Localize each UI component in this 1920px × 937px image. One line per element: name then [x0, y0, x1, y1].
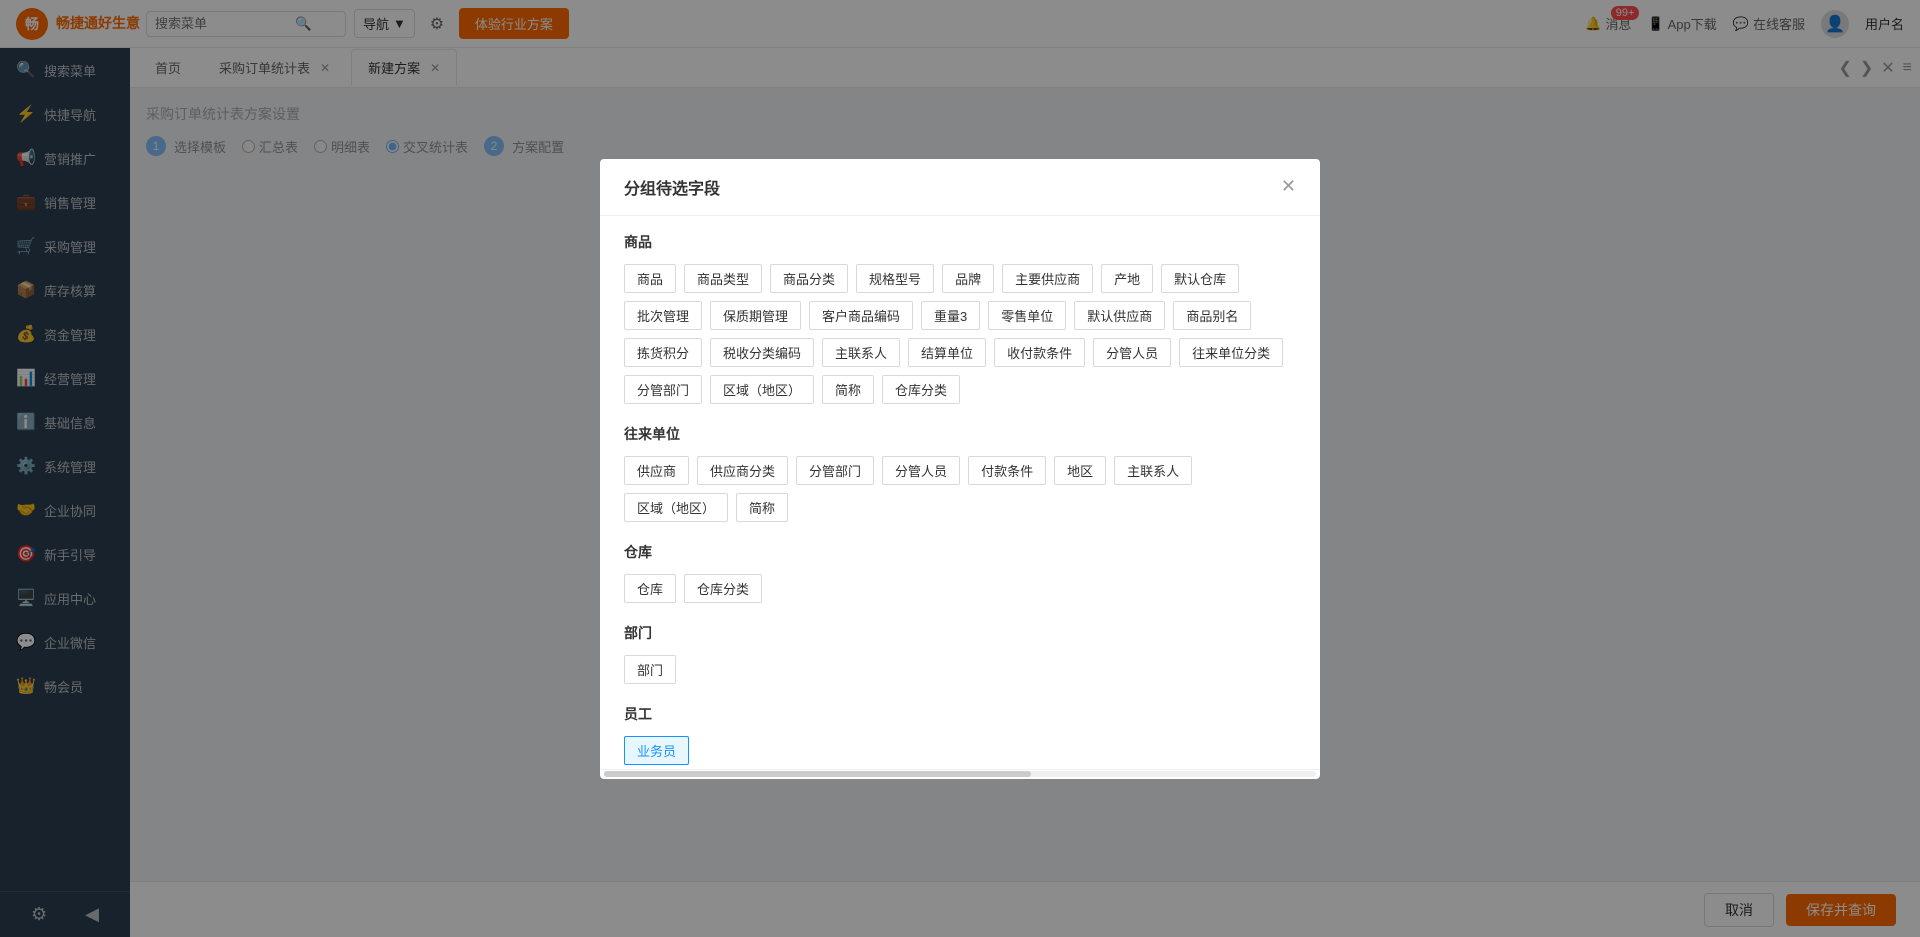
field-tag[interactable]: 默认供应商: [1074, 301, 1165, 330]
dialog-close-button[interactable]: ✕: [1281, 176, 1296, 197]
field-tag[interactable]: 仓库分类: [684, 574, 762, 603]
field-tag[interactable]: 简称: [822, 375, 874, 404]
field-tag[interactable]: 重量3: [921, 301, 980, 330]
section-product: 商品 商品 商品类型 商品分类 规格型号 品牌 主要供应商 产地 默认仓库 批次…: [624, 232, 1296, 404]
section-partner-title: 往来单位: [624, 424, 1296, 444]
field-tag[interactable]: 区域（地区）: [624, 493, 728, 522]
field-tag[interactable]: 结算单位: [908, 338, 986, 367]
field-tag[interactable]: 供应商: [624, 456, 689, 485]
field-tags-warehouse: 仓库 仓库分类: [624, 574, 1296, 603]
field-tag[interactable]: 商品分类: [770, 264, 848, 293]
dialog-hscroll[interactable]: [600, 769, 1320, 779]
field-tag[interactable]: 默认仓库: [1161, 264, 1239, 293]
field-tags-product: 商品 商品类型 商品分类 规格型号 品牌 主要供应商 产地 默认仓库 批次管理 …: [624, 264, 1296, 404]
field-tag[interactable]: 零售单位: [988, 301, 1066, 330]
field-tag[interactable]: 商品别名: [1173, 301, 1251, 330]
field-tag[interactable]: 地区: [1054, 456, 1106, 485]
section-department: 部门 部门: [624, 623, 1296, 684]
field-tag[interactable]: 仓库分类: [882, 375, 960, 404]
section-warehouse-title: 仓库: [624, 542, 1296, 562]
field-tag[interactable]: 付款条件: [968, 456, 1046, 485]
field-tag-salesperson[interactable]: 业务员: [624, 736, 689, 765]
field-tag[interactable]: 部门: [624, 655, 676, 684]
dialog: 分组待选字段 ✕ 商品 商品 商品类型 商品分类 规格型号 品牌 主要供应商 产…: [600, 159, 1320, 779]
field-tag[interactable]: 商品类型: [684, 264, 762, 293]
field-tag[interactable]: 分管部门: [624, 375, 702, 404]
section-warehouse: 仓库 仓库 仓库分类: [624, 542, 1296, 603]
field-tag[interactable]: 批次管理: [624, 301, 702, 330]
dialog-overlay: 分组待选字段 ✕ 商品 商品 商品类型 商品分类 规格型号 品牌 主要供应商 产…: [0, 0, 1920, 937]
field-tags-department: 部门: [624, 655, 1296, 684]
field-tag[interactable]: 分管人员: [1093, 338, 1171, 367]
field-tag[interactable]: 规格型号: [856, 264, 934, 293]
field-tag[interactable]: 区域（地区）: [710, 375, 814, 404]
field-tag[interactable]: 客户商品编码: [809, 301, 913, 330]
dialog-title: 分组待选字段: [624, 175, 720, 199]
section-partner: 往来单位 供应商 供应商分类 分管部门 分管人员 付款条件 地区 主联系人 区域…: [624, 424, 1296, 522]
field-tag[interactable]: 保质期管理: [710, 301, 801, 330]
field-tag[interactable]: 税收分类编码: [710, 338, 814, 367]
section-employee-title: 员工: [624, 704, 1296, 724]
field-tag[interactable]: 仓库: [624, 574, 676, 603]
field-tag[interactable]: 商品: [624, 264, 676, 293]
field-tag[interactable]: 主联系人: [822, 338, 900, 367]
hscroll-thumb: [604, 771, 1031, 777]
field-tag[interactable]: 供应商分类: [697, 456, 788, 485]
field-tag[interactable]: 品牌: [942, 264, 994, 293]
dialog-header: 分组待选字段 ✕: [600, 159, 1320, 216]
field-tag[interactable]: 产地: [1101, 264, 1153, 293]
section-product-title: 商品: [624, 232, 1296, 252]
field-tag[interactable]: 主要供应商: [1002, 264, 1093, 293]
hscroll-track: [604, 771, 1316, 777]
section-department-title: 部门: [624, 623, 1296, 643]
field-tag[interactable]: 主联系人: [1114, 456, 1192, 485]
field-tags-employee: 业务员: [624, 736, 1296, 765]
field-tag[interactable]: 分管部门: [796, 456, 874, 485]
field-tag[interactable]: 分管人员: [882, 456, 960, 485]
section-employee: 员工 业务员: [624, 704, 1296, 765]
field-tag[interactable]: 往来单位分类: [1179, 338, 1283, 367]
dialog-body[interactable]: 商品 商品 商品类型 商品分类 规格型号 品牌 主要供应商 产地 默认仓库 批次…: [600, 216, 1320, 769]
field-tags-partner: 供应商 供应商分类 分管部门 分管人员 付款条件 地区 主联系人 区域（地区） …: [624, 456, 1296, 522]
field-tag[interactable]: 简称: [736, 493, 788, 522]
field-tag[interactable]: 拣货积分: [624, 338, 702, 367]
field-tag[interactable]: 收付款条件: [994, 338, 1085, 367]
